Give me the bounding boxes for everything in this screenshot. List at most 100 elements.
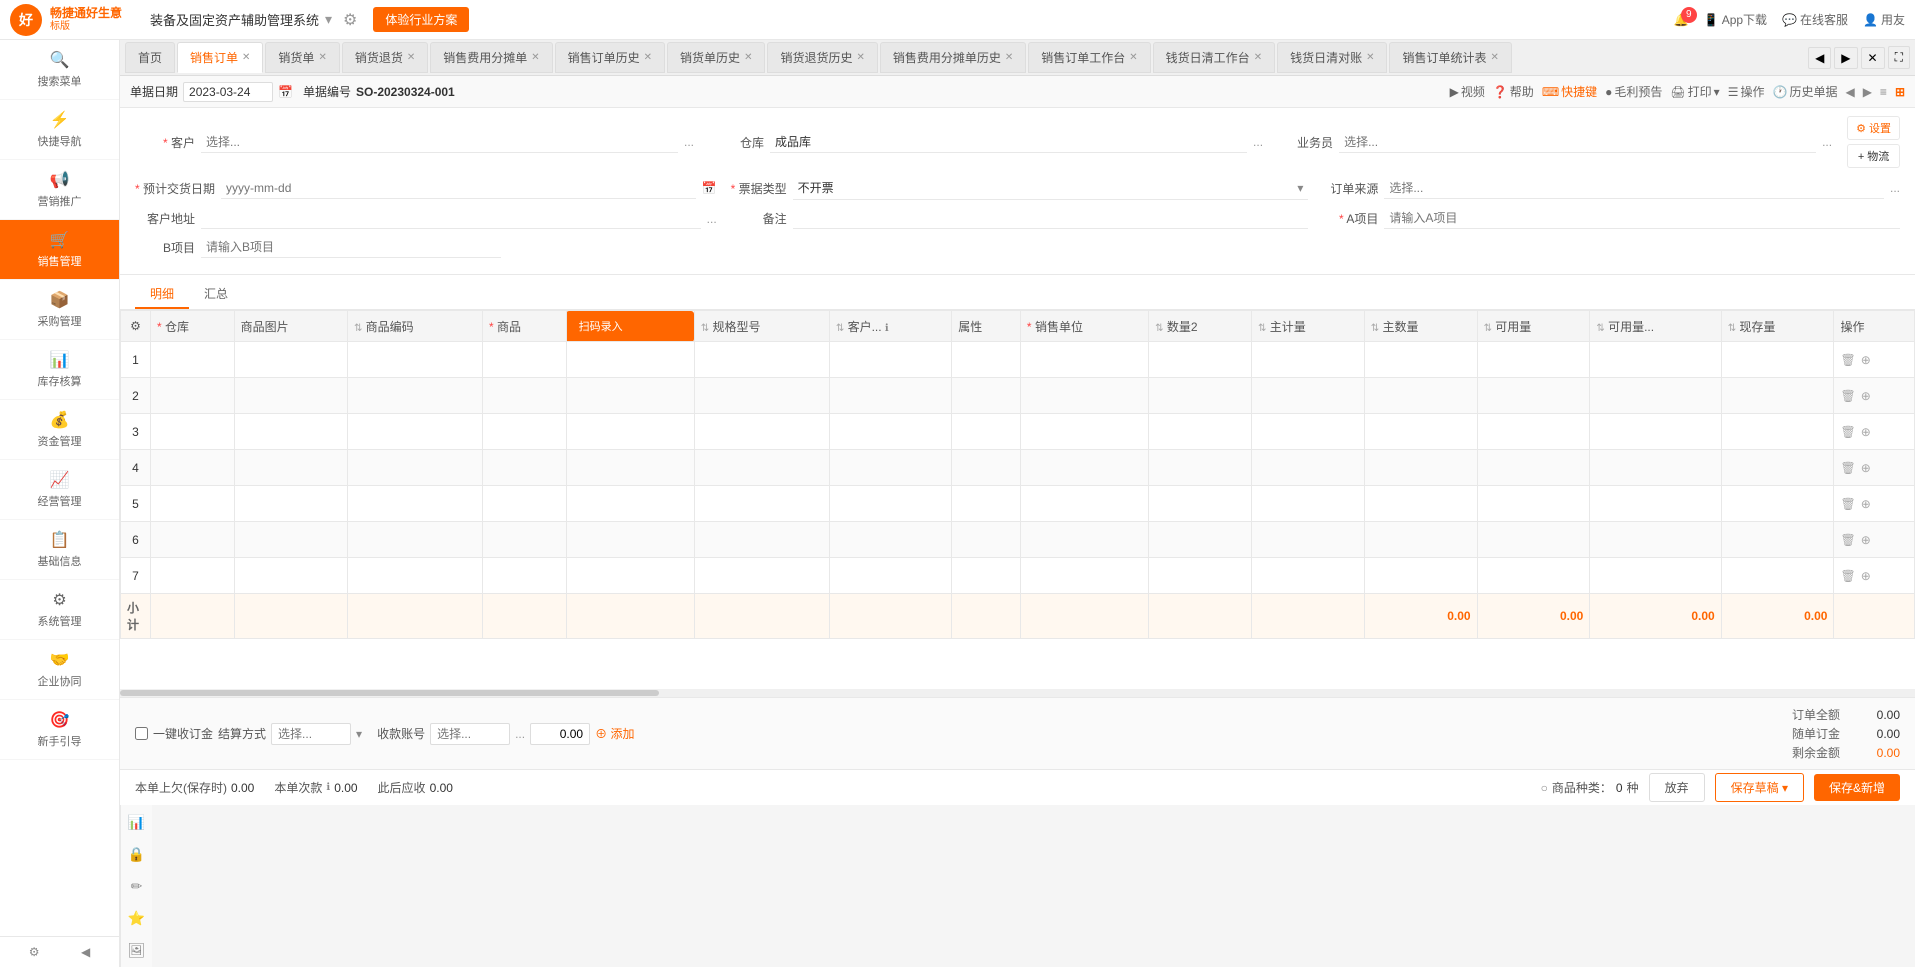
row-delete-icon[interactable]: 🗑	[1840, 353, 1855, 367]
calendar-icon[interactable]: 📅	[278, 85, 293, 99]
sidebar-item-finance[interactable]: 💰 资金管理	[0, 400, 119, 460]
tab-order-workspace-close[interactable]: ✕	[1129, 52, 1137, 63]
table-cell[interactable]	[1364, 378, 1477, 414]
scrollbar-thumb[interactable]	[120, 690, 659, 696]
table-cell[interactable]	[1020, 522, 1148, 558]
table-cell[interactable]	[483, 450, 567, 486]
table-cell[interactable]	[151, 342, 235, 378]
row-copy-icon[interactable]: ⊕	[1861, 353, 1871, 367]
tab-fee-hist[interactable]: 销售费用分摊单历史 ✕	[880, 42, 1026, 73]
table-cell[interactable]	[1149, 414, 1252, 450]
table-cell[interactable]	[1364, 342, 1477, 378]
table-cell[interactable]	[1252, 342, 1365, 378]
table-cell[interactable]	[694, 558, 829, 594]
th-main-qty[interactable]: ⇅ 主数量	[1364, 311, 1477, 342]
a-project-input[interactable]	[1384, 208, 1900, 229]
table-cell[interactable]	[694, 414, 829, 450]
table-cell[interactable]	[1477, 486, 1590, 522]
b-project-input[interactable]	[201, 237, 501, 258]
table-cell[interactable]	[347, 378, 482, 414]
table-cell[interactable]	[234, 414, 347, 450]
tab-goods-hist-close[interactable]: ✕	[744, 52, 752, 63]
table-cell[interactable]	[1721, 342, 1834, 378]
tab-order-workspace[interactable]: 销售订单工作台 ✕	[1028, 42, 1150, 73]
tab-summary[interactable]: 汇总	[189, 280, 243, 309]
amount-input[interactable]	[530, 723, 590, 745]
row-copy-icon[interactable]: ⊕	[1861, 533, 1871, 547]
right-panel-star-icon[interactable]: ⭐	[125, 906, 149, 930]
view-btn[interactable]: ▶ 视频	[1450, 83, 1485, 100]
table-cell[interactable]	[1590, 414, 1721, 450]
th-settings[interactable]: ⚙	[121, 311, 151, 342]
table-cell[interactable]	[1590, 378, 1721, 414]
table-cell[interactable]	[829, 558, 951, 594]
table-cell[interactable]	[1364, 522, 1477, 558]
table-cell[interactable]	[566, 342, 694, 378]
save-draft-btn[interactable]: 保存草稿 ▾	[1715, 773, 1804, 802]
tab-order-report[interactable]: 销售订单统计表 ✕	[1389, 42, 1511, 73]
table-cell[interactable]	[829, 450, 951, 486]
table-cell[interactable]	[1477, 522, 1590, 558]
table-cell[interactable]	[151, 558, 235, 594]
delivery-calendar-icon[interactable]: 📅	[702, 181, 717, 195]
tab-cash-daily-close[interactable]: ✕	[1254, 52, 1262, 63]
table-cell[interactable]	[829, 378, 951, 414]
table-cell[interactable]	[1364, 450, 1477, 486]
table-cell[interactable]	[151, 450, 235, 486]
table-cell[interactable]	[1149, 522, 1252, 558]
toolbar-nav-prev[interactable]: ◀	[1845, 85, 1854, 99]
toolbar-grid-view[interactable]: ⊞	[1895, 85, 1905, 99]
user-avatar[interactable]: 👤 用友	[1863, 11, 1905, 28]
sidebar-item-system[interactable]: ⚙ 系统管理	[0, 580, 119, 640]
address-more-btn[interactable]: ...	[707, 212, 717, 226]
tab-goods-hist[interactable]: 销货单历史 ✕	[667, 42, 765, 73]
th-qty2[interactable]: ⇅ 数量2	[1149, 311, 1252, 342]
industry-btn[interactable]: 体验行业方案	[373, 7, 469, 32]
table-cell[interactable]	[1252, 378, 1365, 414]
table-cell[interactable]	[347, 558, 482, 594]
shortcut-btn[interactable]: ⌨ 快捷键	[1542, 83, 1597, 100]
settings-bottom-icon[interactable]: ⚙	[29, 945, 40, 959]
save-draft-dropdown[interactable]: ▾	[1782, 781, 1788, 795]
tab-cash-daily[interactable]: 钱货日清工作台 ✕	[1153, 42, 1275, 73]
th-warehouse[interactable]: 仓库	[151, 311, 235, 342]
table-cell[interactable]	[1020, 414, 1148, 450]
row-delete-icon[interactable]: 🗑	[1840, 425, 1855, 439]
warehouse-input[interactable]	[770, 132, 1247, 153]
table-cell[interactable]	[694, 522, 829, 558]
tab-home[interactable]: 首页	[125, 42, 175, 73]
right-panel-image-icon[interactable]: 🖼	[125, 938, 149, 962]
table-cell[interactable]	[1477, 450, 1590, 486]
table-cell[interactable]	[347, 450, 482, 486]
sidebar-item-marketing[interactable]: 📢 营销推广	[0, 160, 119, 220]
sidebar-item-inventory[interactable]: 📊 库存核算	[0, 340, 119, 400]
current-debt-info-icon[interactable]: ℹ	[326, 782, 330, 793]
table-cell[interactable]	[1590, 342, 1721, 378]
row-delete-icon[interactable]: 🗑	[1840, 569, 1855, 583]
table-cell[interactable]	[234, 450, 347, 486]
table-cell[interactable]	[1252, 414, 1365, 450]
save-new-btn[interactable]: 保存&新增	[1814, 774, 1900, 801]
tab-cash-reconcile[interactable]: 钱货日清对账 ✕	[1277, 42, 1387, 73]
order-source-input[interactable]	[1384, 178, 1884, 199]
table-cell[interactable]	[1721, 522, 1834, 558]
scan-btn[interactable]: 扫码录入	[573, 316, 629, 336]
table-cell[interactable]	[347, 522, 482, 558]
customer-more-btn[interactable]: ...	[684, 135, 694, 149]
table-cell[interactable]	[952, 378, 1021, 414]
tab-sales-return[interactable]: 销货退货 ✕	[342, 42, 428, 73]
table-cell[interactable]	[566, 414, 694, 450]
tab-sales-return-close[interactable]: ✕	[407, 52, 415, 63]
order-source-more-btn[interactable]: ...	[1890, 181, 1900, 195]
table-cell[interactable]	[829, 486, 951, 522]
table-cell[interactable]	[1721, 414, 1834, 450]
tab-sales-goods-close[interactable]: ✕	[318, 52, 326, 63]
table-cell[interactable]	[483, 342, 567, 378]
right-panel-edit-icon[interactable]: ✏	[125, 874, 149, 898]
table-cell[interactable]	[1149, 558, 1252, 594]
notification-bell[interactable]: 🔔 9	[1674, 13, 1689, 27]
table-cell[interactable]	[1149, 342, 1252, 378]
sidebar-item-basic[interactable]: 📋 基础信息	[0, 520, 119, 580]
table-cell[interactable]	[1252, 522, 1365, 558]
table-cell[interactable]	[1721, 558, 1834, 594]
